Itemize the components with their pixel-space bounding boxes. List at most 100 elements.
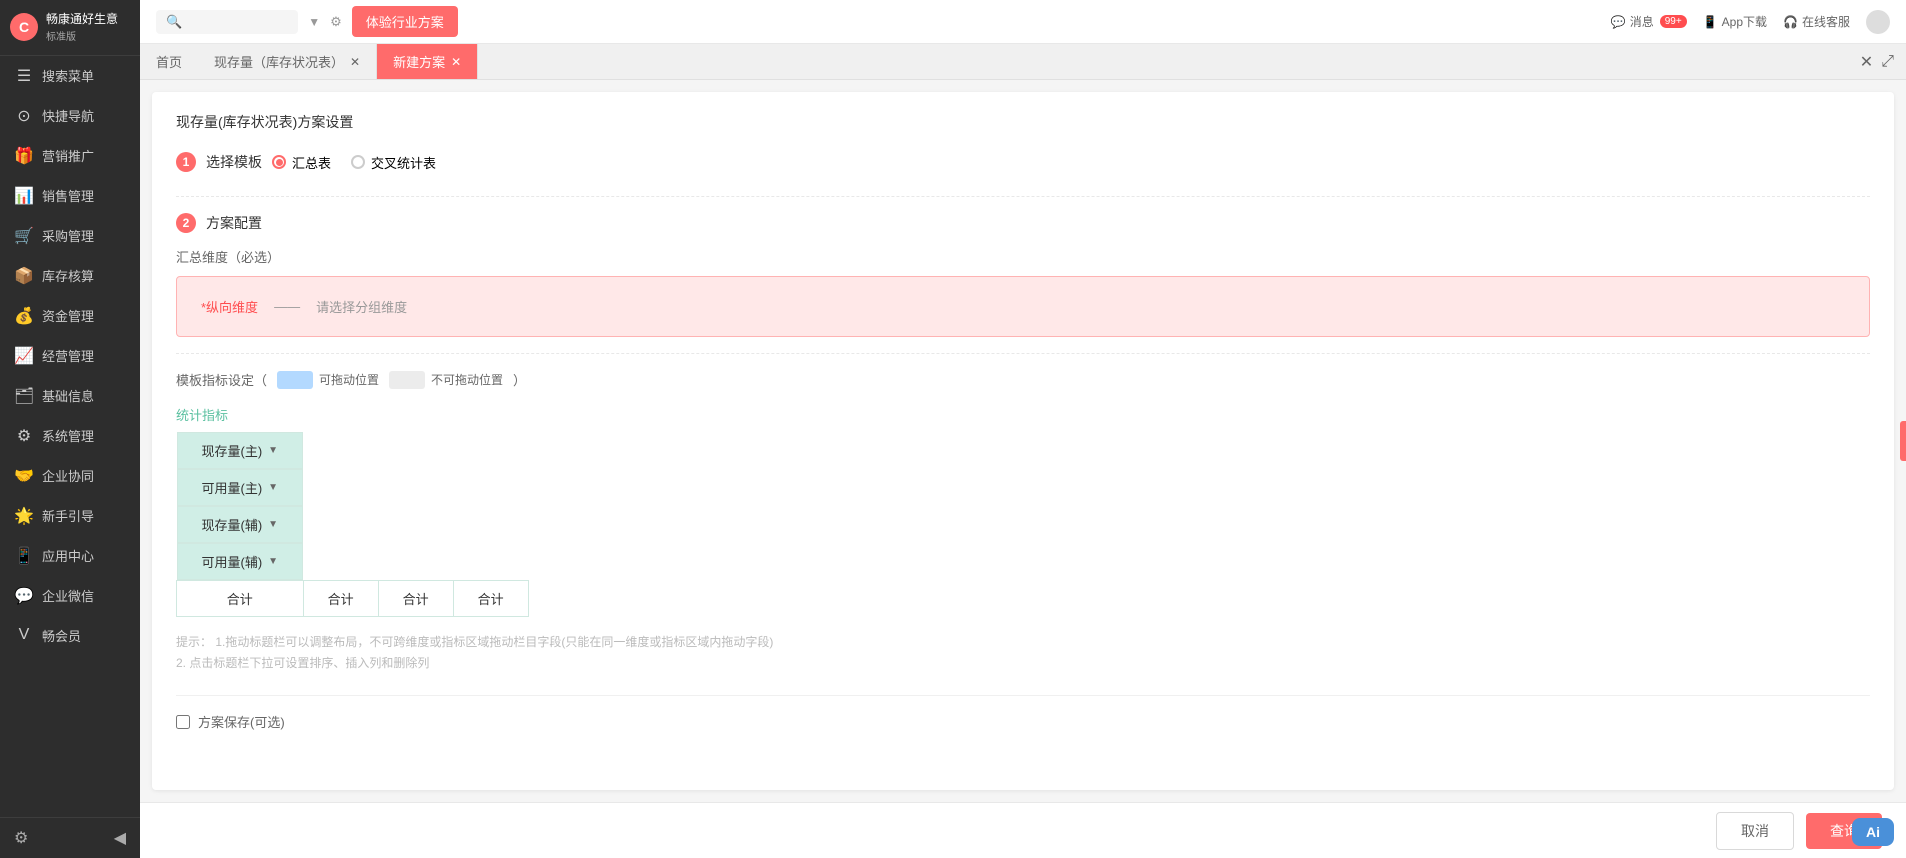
template-indicator-suffix: ）: [513, 370, 526, 389]
message-label: 消息: [1630, 13, 1654, 30]
radio-cross[interactable]: 交叉统计表: [351, 153, 436, 172]
sidebar-item-appcenter[interactable]: 📱应用中心: [0, 536, 140, 576]
sidebar-item-corp[interactable]: 🤝企业协同: [0, 456, 140, 496]
save-row: 方案保存(可选): [176, 695, 1870, 731]
dropdown-icon[interactable]: ▼: [308, 15, 320, 29]
step-divider-2: [176, 353, 1870, 354]
draggable-label: 可拖动位置: [319, 371, 379, 388]
step2-section: 2 方案配置 汇总维度（必选） *纵向维度 —— 请选择分组维度 模板指标设定（: [176, 213, 1870, 671]
industry-btn[interactable]: 体验行业方案: [352, 6, 458, 37]
radio-cross-circle: [351, 155, 365, 169]
radio-cross-label: 交叉统计表: [371, 153, 436, 172]
radio-summary[interactable]: 汇总表: [272, 153, 331, 172]
sidebar-item-sales[interactable]: 📊 销售管理: [0, 176, 140, 216]
sidebar-item-wechat[interactable]: 💬企业微信: [0, 576, 140, 616]
search-box[interactable]: 🔍: [156, 10, 298, 34]
settings-topbar-icon[interactable]: ⚙: [330, 14, 342, 30]
sidebar-icon-appcenter: 📱: [14, 546, 34, 566]
dimension-field-label: *纵向维度: [201, 297, 258, 316]
search-icon: 🔍: [166, 14, 182, 30]
resize-handle[interactable]: [1900, 421, 1906, 461]
content-area: 现存量(库存状况表)方案设置 1 选择模板 汇总表: [140, 80, 1906, 802]
non-draggable-indicator: 不可拖动位置: [389, 371, 503, 389]
col-chevron-current_aux[interactable]: ▼: [268, 519, 278, 530]
template-indicators-row: 模板指标设定（ 可拖动位置 不可拖动位置 ）: [176, 370, 1870, 389]
save-checkbox[interactable]: [176, 715, 190, 729]
main-area: 🔍 ▼ ⚙ 体验行业方案 💬 消息 99+ 📱 App下载 🎧 在线客服: [140, 0, 1906, 858]
dimension-label: 汇总维度（必选）: [176, 247, 1870, 266]
sidebar-item-purchase[interactable]: 🛒采购管理: [0, 216, 140, 256]
col-label-current_aux: 现存量(辅): [202, 515, 263, 534]
sidebar-item-marketing[interactable]: 🎁营销推广: [0, 136, 140, 176]
message-item[interactable]: 💬 消息 99+: [1611, 13, 1687, 30]
sidebar-item-inventory_mgr[interactable]: 📦库存核算: [0, 256, 140, 296]
sidebar-label-operations: 经营管理: [42, 346, 94, 365]
dimension-separator: ——: [274, 299, 300, 314]
col-chevron-available_main[interactable]: ▼: [268, 482, 278, 493]
radio-summary-circle: [272, 155, 286, 169]
col-header-current_aux[interactable]: 现存量(辅) ▼: [177, 506, 304, 543]
hint-2: 2. 点击标题栏下拉可设置排序、插入列和删除列: [176, 654, 1870, 671]
sidebar-item-operations[interactable]: 📈 经营管理: [0, 336, 140, 376]
col-chevron-available_aux[interactable]: ▼: [268, 556, 278, 567]
sidebar-label-purchase: 采购管理: [42, 226, 94, 245]
template-radio-group: 汇总表 交叉统计表: [272, 153, 436, 172]
sidebar-label-sales: 销售管理: [42, 186, 94, 205]
dimension-box[interactable]: *纵向维度 —— 请选择分组维度: [176, 276, 1870, 337]
panel-close-btn[interactable]: ✕: [1860, 52, 1873, 72]
headset-icon: 🎧: [1783, 15, 1798, 29]
panel-expand-btn[interactable]: ⤢: [1881, 53, 1894, 71]
draggable-box: [277, 371, 313, 389]
sidebar-icon-newbie: 🌟: [14, 506, 34, 526]
sidebar: C 畅康通好生意 标准版 ☰搜索菜单⊙快捷导航🎁营销推广📊销售管理🛒采购管理📦库…: [0, 0, 140, 858]
sidebar-label-search: 搜索菜单: [42, 66, 94, 85]
sidebar-icon-sales: 📊: [14, 186, 34, 206]
settings-icon[interactable]: ⚙: [14, 828, 28, 848]
step2-title: 方案配置: [206, 213, 262, 233]
cancel-button[interactable]: 取消: [1716, 812, 1794, 850]
online-service-item[interactable]: 🎧 在线客服: [1783, 13, 1850, 30]
draggable-indicator: 可拖动位置: [277, 371, 379, 389]
col-chevron-current_main[interactable]: ▼: [268, 445, 278, 456]
action-bar: 取消 查询: [140, 802, 1906, 858]
user-avatar[interactable]: [1866, 10, 1890, 34]
sidebar-item-member[interactable]: V畅会员: [0, 616, 140, 655]
col-header-available_main[interactable]: 可用量(主)▼: [177, 469, 304, 506]
app-download-item[interactable]: 📱 App下载: [1703, 13, 1767, 30]
ai-badge[interactable]: Ai: [1852, 818, 1894, 846]
col-summary-current_aux: 合计: [378, 581, 453, 617]
tab-new-plan-close[interactable]: ✕: [451, 55, 461, 69]
sidebar-label-system: 系统管理: [42, 426, 94, 445]
sidebar-item-search[interactable]: ☰ 搜索菜单: [0, 56, 140, 96]
hints-section: 提示： 1.拖动标题栏可以调整布局，不可跨维度或指标区域拖动栏目字段(只能在同一…: [176, 633, 1870, 671]
sidebar-icon-system: ⚙: [14, 426, 34, 446]
sidebar-icon-operations: 📈: [14, 346, 34, 366]
tab-new-plan-label: 新建方案: [393, 52, 445, 71]
sidebar-item-finance[interactable]: 💰资金管理: [0, 296, 140, 336]
sidebar-item-quicknav[interactable]: ⊙快捷导航: [0, 96, 140, 136]
sidebar-icon-search: ☰: [14, 66, 34, 86]
tab-new-plan[interactable]: 新建方案 ✕: [377, 44, 478, 79]
step1-section: 1 选择模板 汇总表 交叉统计表: [176, 152, 1870, 172]
collapse-icon[interactable]: ◀: [114, 828, 126, 848]
sidebar-icon-basic: 🗂: [14, 386, 34, 406]
step2-badge: 2: [176, 213, 196, 233]
tab-home[interactable]: 首页: [140, 52, 198, 71]
sidebar-item-system[interactable]: ⚙ 系统管理: [0, 416, 140, 456]
tabbar: 首页 现存量（库存状况表） ✕ 新建方案 ✕ ✕ ⤢: [140, 44, 1906, 80]
topbar: 🔍 ▼ ⚙ 体验行业方案 💬 消息 99+ 📱 App下载 🎧 在线客服: [140, 0, 1906, 44]
tab-inventory[interactable]: 现存量（库存状况表） ✕: [198, 44, 377, 79]
sidebar-nav: ☰ 搜索菜单 ⊙快捷导航🎁营销推广 📊 销售管理 🛒采购管理📦库存核算💰资金管理 📈 经营管理…: [0, 56, 140, 817]
sidebar-item-basic[interactable]: 🗂基础信息: [0, 376, 140, 416]
tab-inventory-close[interactable]: ✕: [350, 55, 360, 69]
topbar-actions: 💬 消息 99+ 📱 App下载 🎧 在线客服: [1611, 10, 1890, 34]
save-label: 方案保存(可选): [198, 712, 285, 731]
sidebar-item-newbie[interactable]: 🌟 新手引导: [0, 496, 140, 536]
app-download-label: App下载: [1722, 13, 1767, 30]
step-divider-1: [176, 196, 1870, 197]
col-header-available_aux[interactable]: 可用量(辅)▼: [177, 543, 304, 580]
search-input[interactable]: [188, 15, 288, 29]
sidebar-label-newbie: 新手引导: [42, 506, 94, 525]
non-draggable-box: [389, 371, 425, 389]
col-header-current_main[interactable]: 现存量(主)▼: [177, 432, 304, 469]
